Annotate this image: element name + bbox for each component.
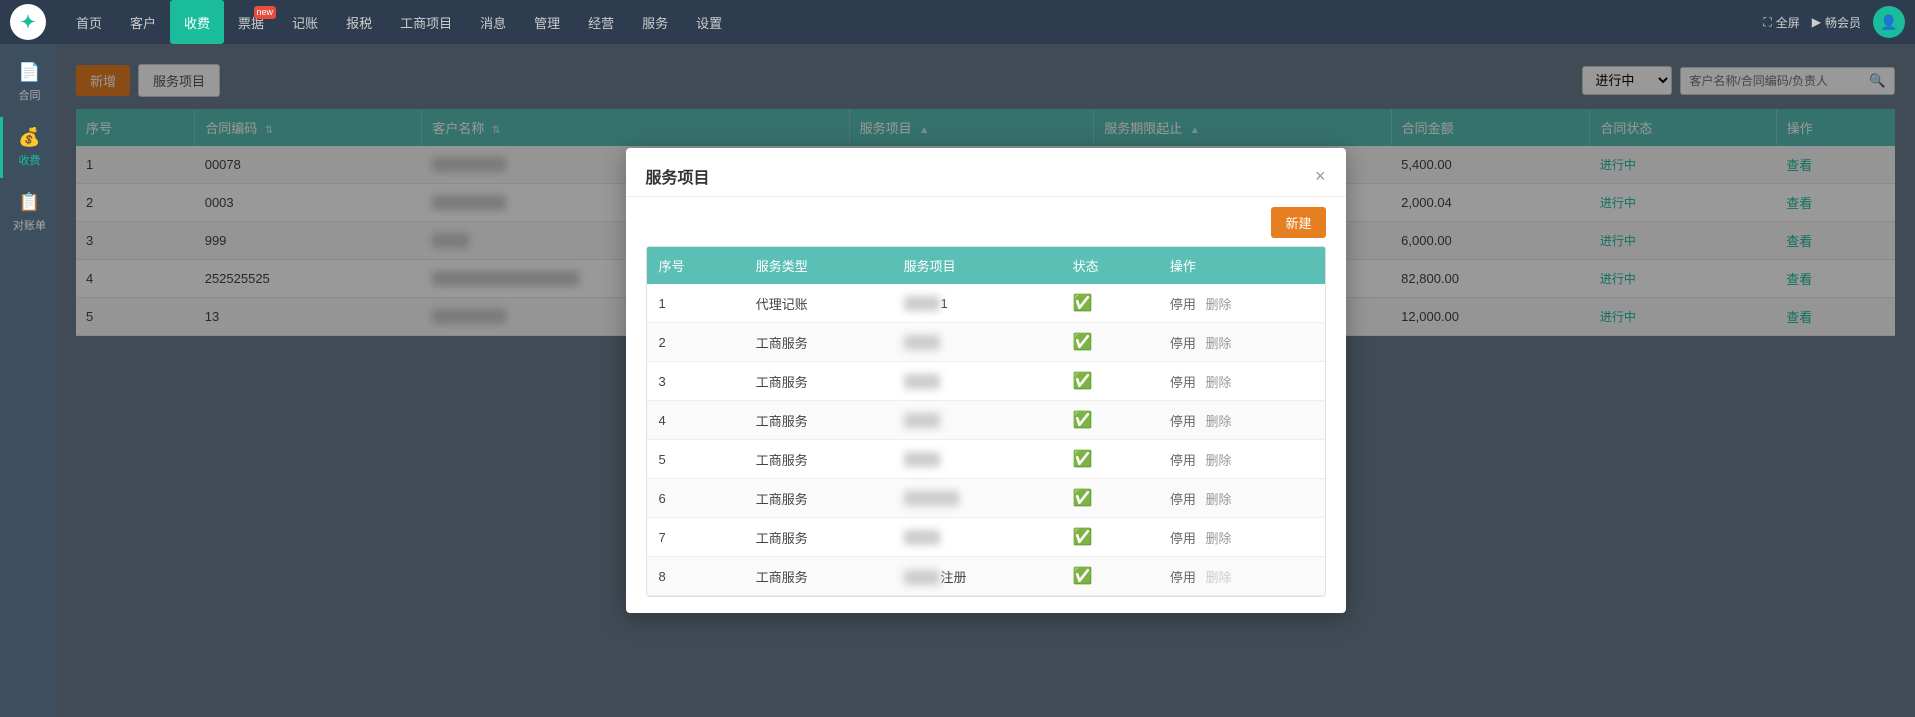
modal-col-seq: 序号 <box>647 247 744 284</box>
list-item: 1 代理记账 ████1 ✅ 停用 删除 <box>647 284 1325 323</box>
nav-customer[interactable]: 客户 <box>116 0 170 44</box>
fullscreen-icon: ⛶ <box>1763 15 1771 30</box>
list-item: 8 工商服务 ████注册 ✅ 停用 删除 <box>647 557 1325 596</box>
stop-button[interactable]: 停用 <box>1170 297 1196 312</box>
modal-col-status: 状态 <box>1061 247 1158 284</box>
delete-button[interactable]: 删除 <box>1206 492 1232 507</box>
modal-header: 服务项目 × <box>626 148 1346 197</box>
stop-button[interactable]: 停用 <box>1170 453 1196 468</box>
list-item: 7 工商服务 ████ ✅ 停用 删除 <box>647 518 1325 557</box>
nav-tax[interactable]: 报税 <box>332 0 386 44</box>
top-nav: ✦ 首页 客户 收费 票据 new 记账 报税 工商项目 消息 管理 经营 服务… <box>0 0 1915 44</box>
modal-table-wrapper[interactable]: 序号 服务类型 服务项目 状态 操作 1 代理记账 <box>646 246 1326 597</box>
nav-settings[interactable]: 设置 <box>682 0 736 44</box>
vip-icon: ▶ <box>1812 15 1821 29</box>
stop-button[interactable]: 停用 <box>1170 375 1196 390</box>
charge-icon: 💰 <box>18 127 40 148</box>
modal-title: 服务项目 <box>646 164 710 188</box>
modal-col-item: 服务项目 <box>892 247 1061 284</box>
nav-message[interactable]: 消息 <box>466 0 520 44</box>
nav-bookkeeping[interactable]: 记账 <box>278 0 332 44</box>
vip-button[interactable]: ▶ 畅会员 <box>1812 14 1861 31</box>
sidebar-item-contract[interactable]: 📄 合同 <box>0 52 56 113</box>
delete-button[interactable]: 删除 <box>1206 375 1232 390</box>
list-item: 5 工商服务 ████ ✅ 停用 删除 <box>647 440 1325 479</box>
modal-col-type: 服务类型 <box>744 247 892 284</box>
delete-button-disabled: 删除 <box>1206 570 1232 585</box>
fullscreen-button[interactable]: ⛶ 全屏 <box>1763 14 1799 31</box>
status-check-icon: ✅ <box>1073 490 1093 507</box>
delete-button[interactable]: 删除 <box>1206 531 1232 546</box>
nav-manage[interactable]: 管理 <box>520 0 574 44</box>
status-check-icon: ✅ <box>1073 412 1093 429</box>
modal-service-table: 序号 服务类型 服务项目 状态 操作 1 代理记账 <box>647 247 1325 596</box>
list-item: 6 工商服务 ██████ ✅ 停用 删除 <box>647 479 1325 518</box>
delete-button[interactable]: 删除 <box>1206 297 1232 312</box>
status-check-icon: ✅ <box>1073 295 1093 312</box>
modal-close-button[interactable]: × <box>1315 166 1326 187</box>
list-item: 2 工商服务 ████ ✅ 停用 删除 <box>647 323 1325 362</box>
stop-button[interactable]: 停用 <box>1170 492 1196 507</box>
status-check-icon: ✅ <box>1073 334 1093 351</box>
main-layout: 📄 合同 💰 收费 📋 对账单 新增 服务项目 进行中 已完成 全部 <box>0 44 1915 717</box>
modal-overlay: 服务项目 × 新建 序号 服务类型 服务项目 <box>56 44 1915 717</box>
list-item: 3 工商服务 ████ ✅ 停用 删除 <box>647 362 1325 401</box>
stop-button[interactable]: 停用 <box>1170 531 1196 546</box>
status-check-icon: ✅ <box>1073 568 1093 585</box>
modal-new-button[interactable]: 新建 <box>1271 207 1325 238</box>
nav-charge[interactable]: 收费 <box>170 0 224 44</box>
delete-button[interactable]: 删除 <box>1206 453 1232 468</box>
statement-icon: 📋 <box>18 192 40 213</box>
delete-button[interactable]: 删除 <box>1206 336 1232 351</box>
delete-button[interactable]: 删除 <box>1206 414 1232 429</box>
sidebar: 📄 合同 💰 收费 📋 对账单 <box>0 44 56 717</box>
sidebar-item-charge[interactable]: 💰 收费 <box>0 117 56 178</box>
status-check-icon: ✅ <box>1073 529 1093 546</box>
nav-business[interactable]: 工商项目 <box>386 0 466 44</box>
modal-col-action: 操作 <box>1158 247 1325 284</box>
nav-operation[interactable]: 经营 <box>574 0 628 44</box>
status-check-icon: ✅ <box>1073 451 1093 468</box>
service-modal: 服务项目 × 新建 序号 服务类型 服务项目 <box>626 148 1346 613</box>
modal-toolbar: 新建 <box>626 197 1346 246</box>
modal-body: 序号 服务类型 服务项目 状态 操作 1 代理记账 <box>626 246 1346 613</box>
content-area: 新增 服务项目 进行中 已完成 全部 🔍 序号 合同编码 ⇅ <box>56 44 1915 717</box>
stop-button[interactable]: 停用 <box>1170 414 1196 429</box>
avatar[interactable]: 👤 <box>1873 6 1905 38</box>
new-badge: new <box>254 6 277 19</box>
stop-button[interactable]: 停用 <box>1170 570 1196 585</box>
contract-icon: 📄 <box>18 62 40 83</box>
nav-service[interactable]: 服务 <box>628 0 682 44</box>
nav-invoice[interactable]: 票据 new <box>224 0 278 44</box>
logo-icon: ✦ <box>10 4 46 40</box>
list-item: 4 工商服务 ████ ✅ 停用 删除 <box>647 401 1325 440</box>
sidebar-item-statement[interactable]: 📋 对账单 <box>0 182 56 243</box>
stop-button[interactable]: 停用 <box>1170 336 1196 351</box>
status-check-icon: ✅ <box>1073 373 1093 390</box>
nav-home[interactable]: 首页 <box>62 0 116 44</box>
